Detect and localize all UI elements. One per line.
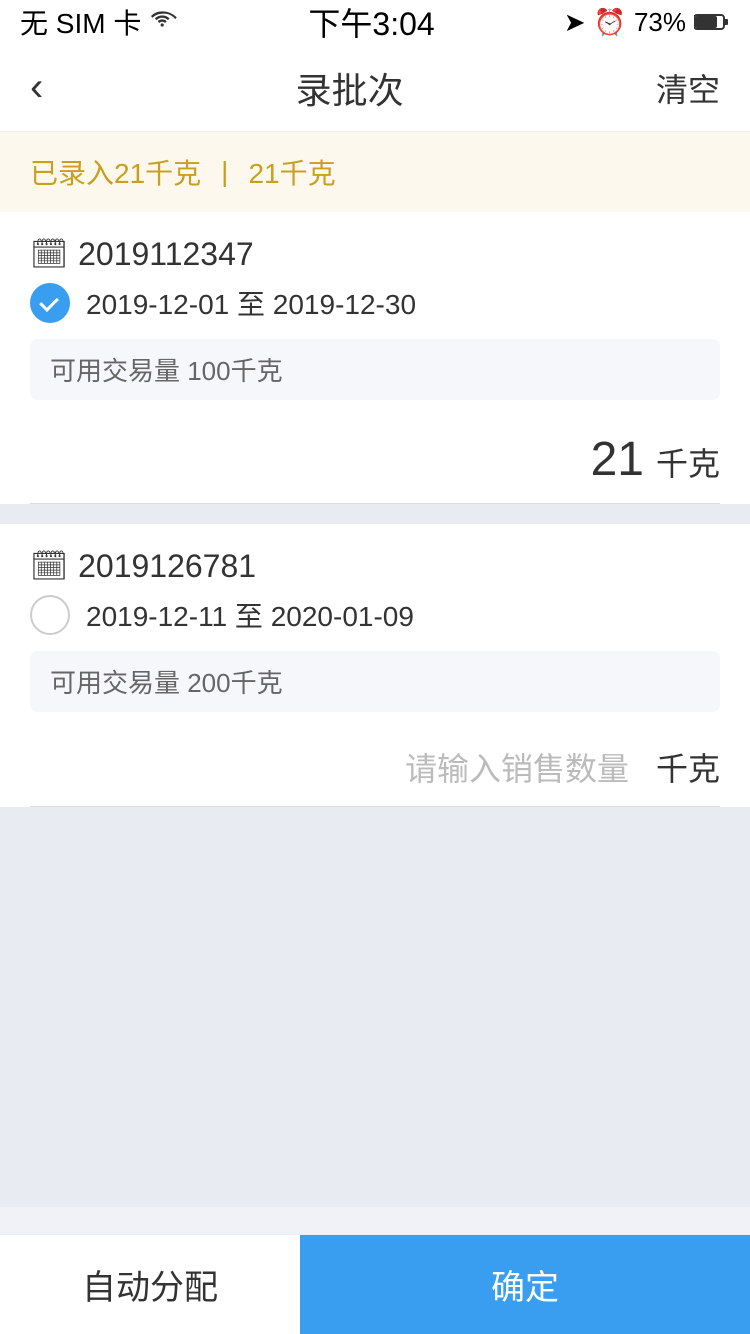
available-tag-2: 可用交易量 200千克: [30, 651, 720, 712]
battery-label: 73%: [634, 7, 686, 38]
quantity-row-1: 21 千克: [0, 416, 750, 503]
section-divider: [0, 504, 750, 524]
auto-distribute-button[interactable]: 自动分配: [0, 1235, 300, 1334]
batch-id-2: 2019126781: [78, 548, 256, 585]
info-bar: 已录入21千克 | 21千克: [0, 132, 750, 212]
batch-id-1: 2019112347: [78, 236, 254, 273]
carrier-label: 无 SIM 卡: [20, 2, 141, 42]
status-bar: 无 SIM 卡 下午3:04 ➤ ⏰ 73%: [0, 0, 750, 44]
clear-button[interactable]: 清空: [656, 65, 720, 111]
status-time: 下午3:04: [308, 0, 434, 45]
status-left: 无 SIM 卡: [20, 2, 179, 42]
batch-date-row-2[interactable]: 2019-12-11 至 2020-01-09: [30, 595, 720, 635]
bottom-space: [0, 807, 750, 1207]
batch-icon-2: 🗓: [30, 549, 68, 584]
bottom-bar: 自动分配 确定: [0, 1234, 750, 1334]
quantity-unit-1: 千克: [656, 439, 720, 485]
batch-item-2: 🗓 2019126781 2019-12-11 至 2020-01-09 可用交…: [0, 524, 750, 807]
recorded-value: 21千克: [248, 152, 335, 192]
batch-radio-1[interactable]: [30, 283, 70, 323]
quantity-input-row-2: 千克: [0, 728, 750, 806]
available-tag-1: 可用交易量 100千克: [30, 339, 720, 400]
recorded-label: 已录入21千克: [30, 152, 201, 192]
back-button[interactable]: ‹: [30, 65, 43, 110]
info-divider: |: [221, 156, 228, 188]
nav-bar: ‹ 录批次 清空: [0, 44, 750, 132]
location-icon: ➤: [564, 7, 586, 38]
batch-item-1: 🗓 2019112347 2019-12-01 至 2019-12-30 可用交…: [0, 212, 750, 504]
batch-date-1: 2019-12-01 至 2019-12-30: [86, 283, 416, 323]
batch-icon-1: 🗓: [30, 237, 68, 272]
batch-radio-2[interactable]: [30, 595, 70, 635]
quantity-value-1: 21: [591, 432, 644, 487]
quantity-unit-2: 千克: [656, 744, 720, 790]
batch-date-2: 2019-12-11 至 2020-01-09: [86, 595, 414, 635]
quantity-input-2[interactable]: [344, 751, 644, 788]
alarm-icon: ⏰: [594, 7, 626, 38]
batch-id-row-2: 🗓 2019126781: [30, 548, 720, 585]
status-right: ➤ ⏰ 73%: [564, 7, 730, 38]
page-title: 录批次: [296, 62, 404, 114]
wifi-icon: [151, 6, 179, 38]
battery-icon: [694, 7, 730, 38]
batch-id-row-1: 🗓 2019112347: [30, 236, 720, 273]
confirm-button[interactable]: 确定: [300, 1235, 750, 1334]
page-content: 已录入21千克 | 21千克 🗓 2019112347 2019-12-01 至…: [0, 132, 750, 1307]
batch-date-row-1[interactable]: 2019-12-01 至 2019-12-30: [30, 283, 720, 323]
